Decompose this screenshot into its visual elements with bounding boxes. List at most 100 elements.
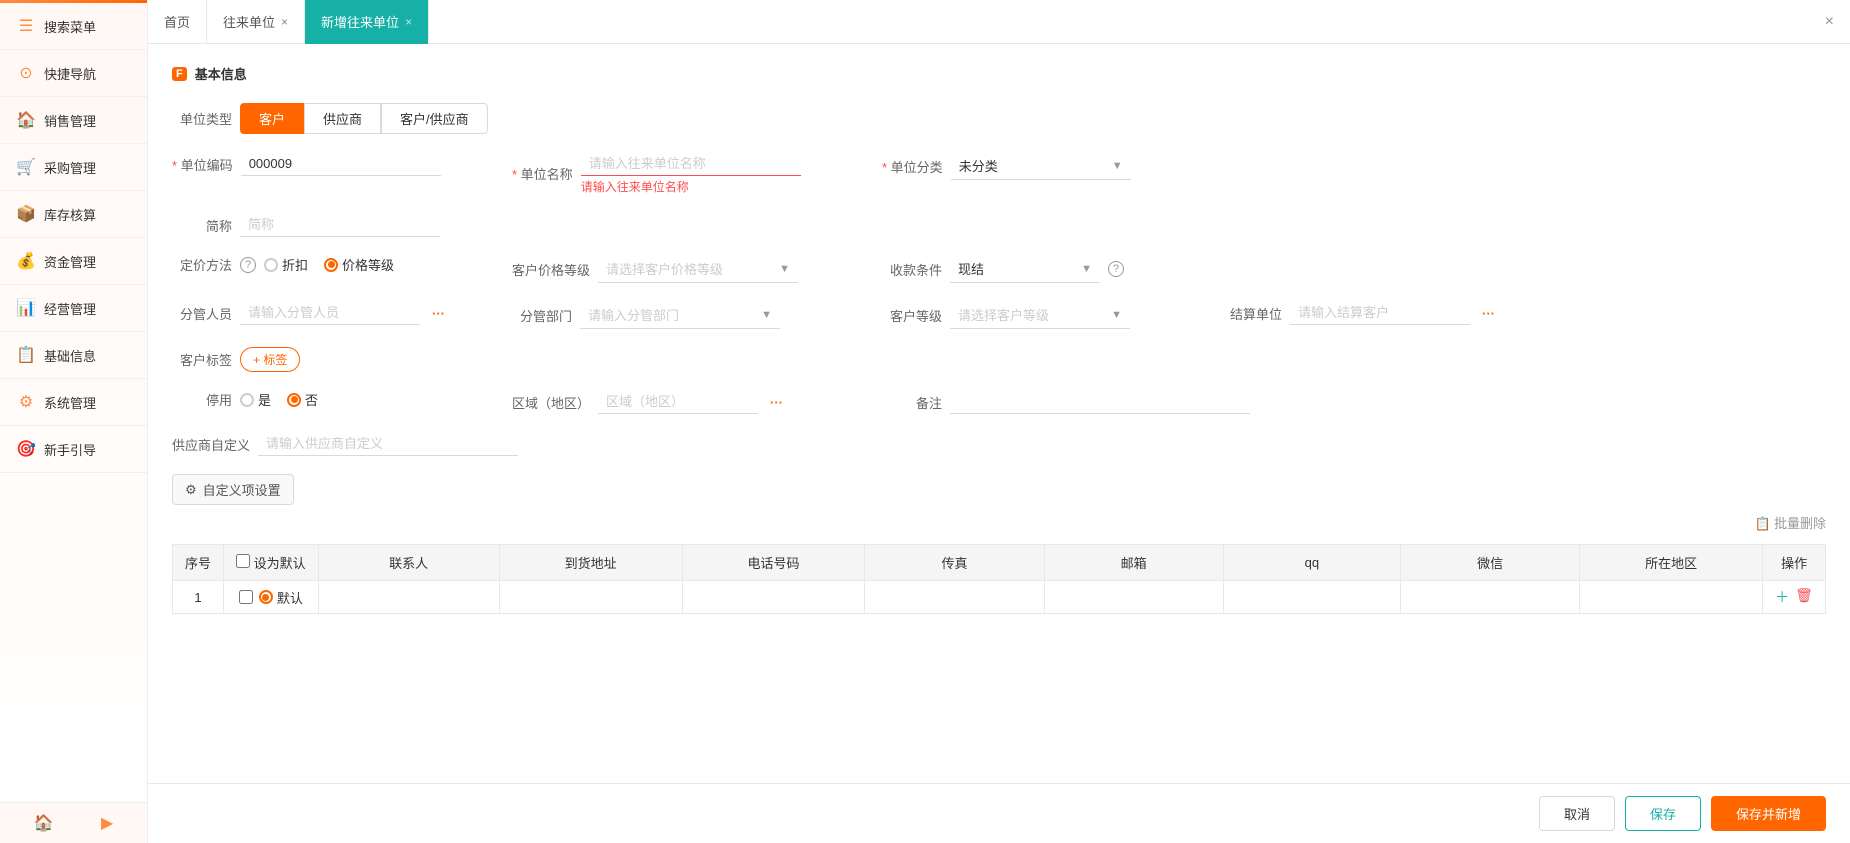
add-tag-button[interactable]: + 标签 bbox=[240, 347, 300, 372]
table-region-input[interactable] bbox=[1592, 590, 1750, 605]
department-group: 分管部门 请输入分管部门 ▼ bbox=[512, 301, 882, 329]
settings-gear-icon: ⚙ bbox=[185, 482, 197, 498]
row-add-btn[interactable]: ＋ bbox=[1775, 587, 1789, 607]
sidebar-label-guide: 新手引导 bbox=[44, 440, 96, 459]
settlement-input[interactable] bbox=[1290, 301, 1470, 325]
payment-terms-chevron: ▼ bbox=[1081, 263, 1092, 275]
customer-price-level-chevron: ▼ bbox=[779, 263, 790, 275]
sidebar-item-shortcut[interactable]: ⊙ 快捷导航 bbox=[0, 50, 147, 97]
col-fax: 传真 bbox=[865, 545, 1044, 581]
cell-index: 1 bbox=[173, 581, 224, 614]
section-icon: F bbox=[172, 67, 187, 81]
wechat-input[interactable] bbox=[1413, 590, 1567, 605]
customer-level-label: 客户等级 bbox=[882, 306, 942, 325]
sidebar-bottom: 🏠 ▶ bbox=[0, 802, 147, 843]
sidebar-item-guide[interactable]: 🎯 新手引导 bbox=[0, 426, 147, 473]
window-close-btn[interactable]: × bbox=[1809, 13, 1850, 31]
tab-new-partner-close[interactable]: × bbox=[405, 15, 412, 29]
col-address: 到货地址 bbox=[499, 545, 682, 581]
customer-price-level-label: 客户价格等级 bbox=[512, 260, 590, 279]
remark-input[interactable] bbox=[950, 390, 1250, 414]
pricing-help-icon[interactable]: ? bbox=[240, 257, 256, 273]
select-all-checkbox[interactable] bbox=[236, 554, 250, 568]
sidebar-item-basic[interactable]: 📋 基础信息 bbox=[0, 332, 147, 379]
supplier-custom-input[interactable] bbox=[258, 432, 518, 456]
cell-wechat[interactable] bbox=[1401, 581, 1580, 614]
custom-settings-row: ⚙ 自定义项设置 bbox=[172, 474, 1826, 505]
unit-category-select[interactable]: 未分类 ▼ bbox=[951, 152, 1131, 180]
save-new-button[interactable]: 保存并新增 bbox=[1711, 796, 1826, 831]
settlement-dots-btn[interactable]: ··· bbox=[1478, 304, 1499, 323]
region-input[interactable] bbox=[598, 390, 758, 414]
sidebar-label-purchase: 采购管理 bbox=[44, 158, 96, 177]
sidebar-home-btn[interactable]: 🏠 bbox=[34, 813, 54, 833]
sidebar-item-operations[interactable]: 📊 经营管理 bbox=[0, 285, 147, 332]
cell-qq[interactable] bbox=[1223, 581, 1400, 614]
email-input[interactable] bbox=[1057, 590, 1211, 605]
default-radio[interactable]: 默认 bbox=[259, 588, 303, 607]
unit-btn-both[interactable]: 客户/供应商 bbox=[381, 103, 488, 134]
cell-default: 默认 bbox=[224, 581, 319, 614]
disabled-yes-radio[interactable]: 是 bbox=[240, 390, 271, 409]
sidebar-item-sales[interactable]: 🏠 销售管理 bbox=[0, 97, 147, 144]
basic-icon: 📋 bbox=[16, 345, 36, 365]
sidebar-item-search[interactable]: ☰ 搜索菜单 bbox=[0, 3, 147, 50]
customer-price-level-placeholder: 请选择客户价格等级 bbox=[606, 259, 775, 278]
sidebar-item-inventory[interactable]: 📦 库存核算 bbox=[0, 191, 147, 238]
tab-partner[interactable]: 往来单位 × bbox=[207, 0, 305, 44]
sidebar-label-operations: 经营管理 bbox=[44, 299, 96, 318]
qq-input[interactable] bbox=[1236, 590, 1388, 605]
unit-code-input[interactable] bbox=[241, 152, 441, 176]
cell-email[interactable] bbox=[1044, 581, 1223, 614]
cell-address[interactable] bbox=[499, 581, 682, 614]
disabled-region-row: 停用 是 否 区域（地区） ··· 备注 bbox=[172, 390, 1826, 414]
unit-type-group: 单位类型 客户 供应商 客户/供应商 bbox=[172, 103, 1826, 134]
address-input[interactable] bbox=[512, 590, 670, 605]
row-checkbox[interactable] bbox=[239, 590, 253, 604]
cell-region[interactable] bbox=[1580, 581, 1763, 614]
unit-btn-supplier[interactable]: 供应商 bbox=[304, 103, 381, 134]
manager-input[interactable] bbox=[240, 301, 420, 325]
supplier-custom-row: 供应商自定义 bbox=[172, 432, 1826, 456]
sidebar-item-finance[interactable]: 💰 资金管理 bbox=[0, 238, 147, 285]
cell-contact[interactable] bbox=[318, 581, 499, 614]
pricing-level-radio[interactable]: 价格等级 bbox=[324, 255, 394, 274]
pricing-radio-group: 折扣 价格等级 bbox=[264, 255, 394, 274]
customer-level-placeholder: 请选择客户等级 bbox=[958, 305, 1107, 324]
customer-level-select[interactable]: 请选择客户等级 ▼ bbox=[950, 301, 1130, 329]
batch-delete-btn[interactable]: 📋 批量删除 bbox=[172, 509, 1826, 536]
cell-fax[interactable] bbox=[865, 581, 1044, 614]
pricing-discount-radio[interactable]: 折扣 bbox=[264, 255, 308, 274]
short-name-input[interactable] bbox=[240, 213, 440, 237]
col-wechat: 微信 bbox=[1401, 545, 1580, 581]
fax-input[interactable] bbox=[877, 590, 1031, 605]
department-select[interactable]: 请输入分管部门 ▼ bbox=[580, 301, 780, 329]
pricing-level-label: 价格等级 bbox=[342, 255, 394, 274]
unit-name-input[interactable] bbox=[581, 152, 801, 176]
tab-home[interactable]: 首页 bbox=[148, 0, 207, 44]
disabled-label: 停用 bbox=[172, 390, 232, 409]
cancel-button[interactable]: 取消 bbox=[1539, 796, 1615, 831]
sidebar-item-system[interactable]: ⚙ 系统管理 bbox=[0, 379, 147, 426]
manager-row: 分管人员 ··· 分管部门 请输入分管部门 ▼ 客户等级 请选择客户等级 ▼ 结… bbox=[172, 301, 1826, 329]
customer-price-level-select[interactable]: 请选择客户价格等级 ▼ bbox=[598, 255, 798, 283]
col-index: 序号 bbox=[173, 545, 224, 581]
page-content: F 基本信息 单位类型 客户 供应商 客户/供应商 单位编码 单位名称 bbox=[148, 44, 1850, 783]
row-delete-btn[interactable]: 🗑 bbox=[1795, 587, 1813, 607]
tab-partner-close[interactable]: × bbox=[281, 15, 288, 29]
unit-btn-customer[interactable]: 客户 bbox=[240, 103, 304, 134]
save-button[interactable]: 保存 bbox=[1625, 796, 1701, 831]
tab-new-partner[interactable]: 新增往来单位 × bbox=[305, 0, 429, 44]
sidebar-expand-btn[interactable]: ▶ bbox=[101, 813, 113, 833]
custom-settings-label: 自定义项设置 bbox=[203, 480, 281, 499]
manager-dots-btn[interactable]: ··· bbox=[428, 304, 449, 323]
cell-phone[interactable] bbox=[682, 581, 865, 614]
payment-terms-select[interactable]: 现结 ▼ bbox=[950, 255, 1100, 283]
phone-input[interactable] bbox=[695, 590, 853, 605]
region-dots-btn[interactable]: ··· bbox=[766, 393, 787, 412]
custom-settings-button[interactable]: ⚙ 自定义项设置 bbox=[172, 474, 294, 505]
disabled-no-radio[interactable]: 否 bbox=[287, 390, 318, 409]
payment-help-icon[interactable]: ? bbox=[1108, 261, 1124, 277]
contact-input[interactable] bbox=[331, 590, 487, 605]
sidebar-item-purchase[interactable]: 🛒 采购管理 bbox=[0, 144, 147, 191]
